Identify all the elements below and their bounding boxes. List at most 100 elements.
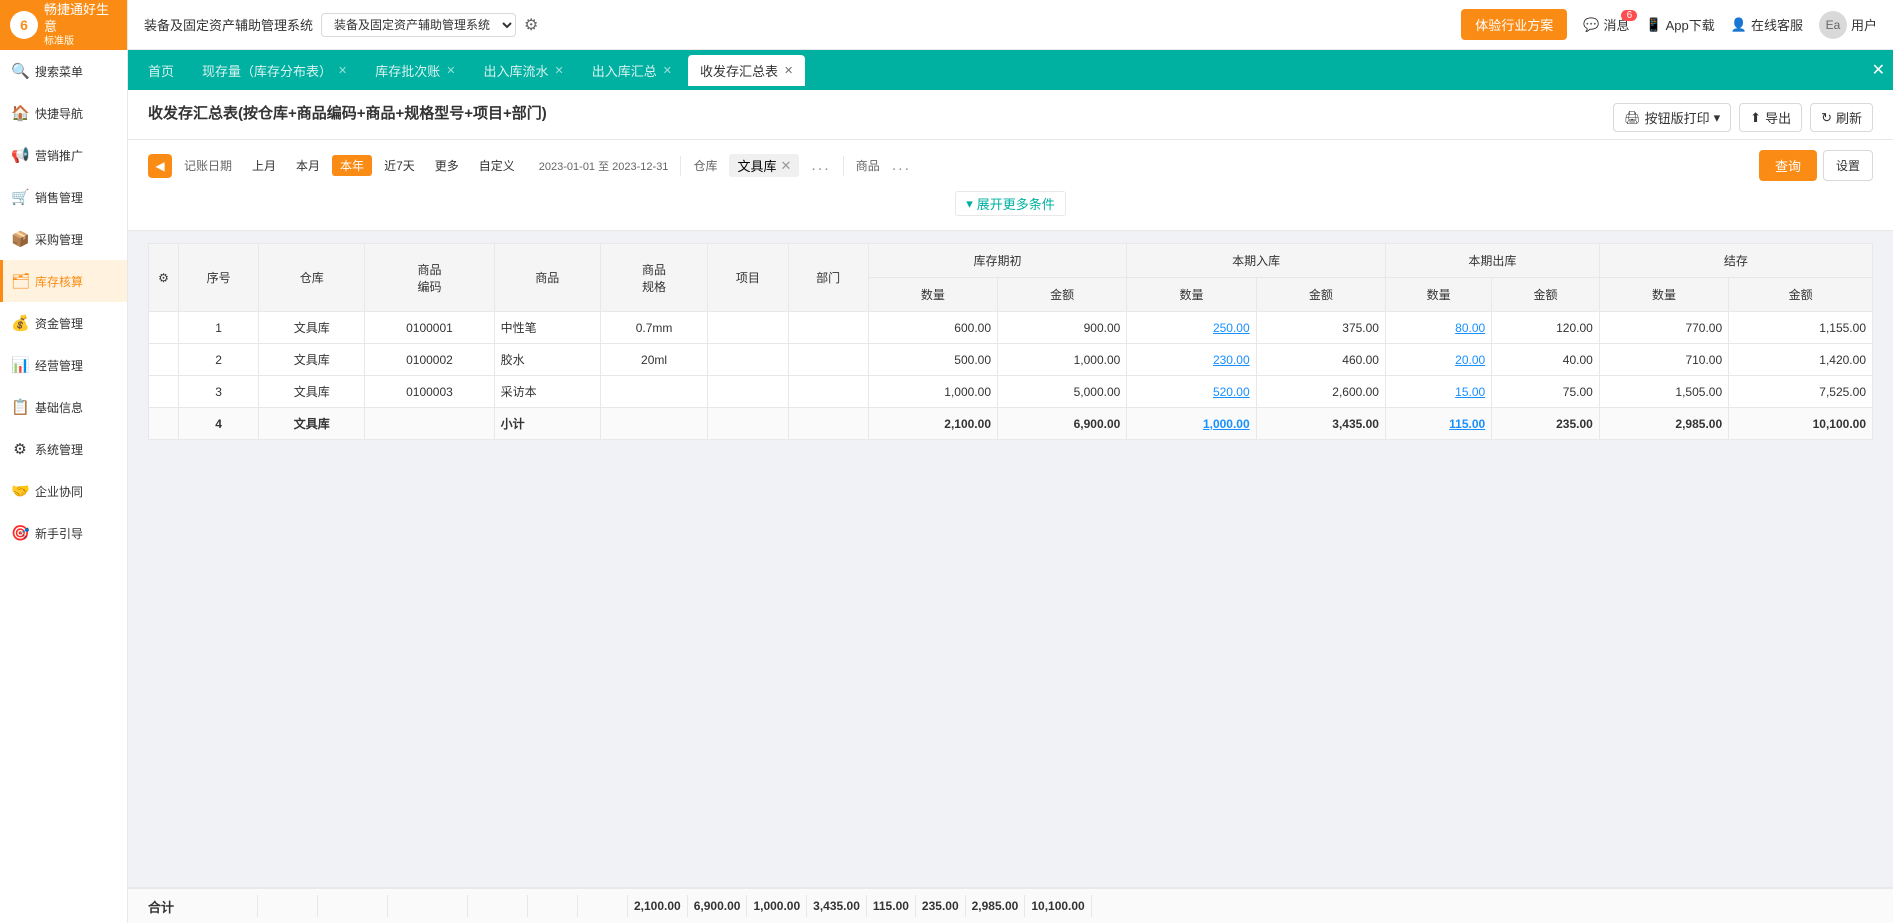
notification-area[interactable]: 💬 消息 6 (1583, 15, 1629, 34)
date-opt-this-month[interactable]: 本月 (288, 155, 328, 176)
trial-button[interactable]: 体验行业方案 (1461, 9, 1567, 40)
sidebar-item-finance[interactable]: 💰资金管理 (0, 302, 127, 344)
filter-row: ◀ 记账日期 上月 本月 本年 近7天 更多 自定义 2023-01-01 至 … (148, 150, 1873, 181)
cell-in-qty[interactable]: 250.00 (1127, 312, 1256, 344)
date-range: 2023-01-01 至 2023-12-31 (539, 158, 669, 174)
system-name: 装备及固定资产辅助管理系统 (144, 15, 313, 34)
tabs-container: 首页现存量（库存分布表）✕库存批次账✕出入库流水✕出入库汇总✕收发存汇总表✕ (136, 55, 1868, 86)
app-download-icon: 📱 (1645, 17, 1661, 33)
cell-goods-code: 0100001 (365, 312, 494, 344)
app-badge: 标准版 (44, 35, 117, 48)
notification-badge: 6 (1621, 10, 1637, 21)
notification-icon: 💬 (1583, 17, 1599, 33)
app-download[interactable]: 📱 App下载 (1645, 15, 1714, 34)
cell-in-qty[interactable]: 230.00 (1127, 344, 1256, 376)
sidebar-item-inventory[interactable]: 🗂库存核算 (0, 260, 127, 302)
date-opt-custom[interactable]: 自定义 (471, 155, 523, 176)
logo-icon: 6 (10, 11, 38, 39)
cell-goods-name: 中性笔 (494, 312, 600, 344)
sidebar-item-search[interactable]: 🔍搜索菜单 (0, 50, 127, 92)
cell-end-qty: 2,985.00 (1599, 408, 1728, 440)
col-dept-header: 部门 (788, 244, 868, 312)
tab-close-batch-account[interactable]: ✕ (446, 64, 455, 77)
tab-inout-summary[interactable]: 出入库汇总✕ (580, 55, 684, 86)
cell-in-qty[interactable]: 1,000.00 (1127, 408, 1256, 440)
footer-out-amt: 235.00 (916, 895, 966, 917)
filter-collapse-button[interactable]: ◀ (148, 154, 172, 178)
tab-close-inventory-dist[interactable]: ✕ (338, 64, 347, 77)
cell-open-amt: 900.00 (998, 312, 1127, 344)
col-warehouse-header: 仓库 (259, 244, 365, 312)
cell-out-amt: 120.00 (1492, 312, 1600, 344)
date-opt-7days[interactable]: 近7天 (376, 155, 423, 176)
sidebar-label-search: 搜索菜单 (35, 63, 83, 80)
cell-in-amt: 460.00 (1256, 344, 1385, 376)
sidebar: 6 畅捷通好生意 标准版 🔍搜索菜单🏠快捷导航📢营销推广🛒销售管理📦采购管理🗂库… (0, 0, 128, 923)
page-header: 收发存汇总表(按仓库+商品编码+商品+规格型号+项目+部门) 🖨 按钮版打印 ▾… (128, 90, 1893, 140)
tab-batch-account[interactable]: 库存批次账✕ (363, 55, 467, 86)
system-select[interactable]: 装备及固定资产辅助管理系统 (321, 13, 516, 37)
col-goods-name-header: 商品 (494, 244, 600, 312)
tab-close-inout-flow[interactable]: ✕ (555, 64, 564, 77)
print-button[interactable]: 🖨 按钮版打印 ▾ (1613, 103, 1731, 132)
warehouse-tag-text: 文具库 (737, 156, 776, 175)
filter-divider2 (843, 156, 844, 176)
cell-out-qty[interactable]: 115.00 (1385, 408, 1491, 440)
tab-close-receive-send-summary[interactable]: ✕ (784, 64, 793, 77)
date-opt-last-month[interactable]: 上月 (244, 155, 284, 176)
user-label: 用户 (1851, 15, 1877, 34)
expand-conditions-button[interactable]: ▾ 展开更多条件 (955, 191, 1066, 216)
sidebar-item-sales[interactable]: 🛒销售管理 (0, 176, 127, 218)
cell-open-amt: 6,900.00 (998, 408, 1127, 440)
tab-receive-send-summary[interactable]: 收发存汇总表✕ (688, 55, 805, 86)
sidebar-item-purchase[interactable]: 📦采购管理 (0, 218, 127, 260)
print-icon: 🖨 (1624, 110, 1641, 126)
inventory-icon: 🗂 (11, 272, 29, 290)
cell-goods-code: 0100002 (365, 344, 494, 376)
col-end-qty-header: 数量 (1599, 278, 1728, 312)
tab-inout-flow[interactable]: 出入库流水✕ (471, 55, 575, 86)
settings-icon[interactable]: ⚙ (524, 15, 538, 35)
sidebar-item-system[interactable]: ⚙系统管理 (0, 428, 127, 470)
cell-out-qty[interactable]: 20.00 (1385, 344, 1491, 376)
sidebar-item-guide[interactable]: 🎯新手引导 (0, 512, 127, 554)
sidebar-item-basic-info[interactable]: 📋基础信息 (0, 386, 127, 428)
expand-row: ▾ 展开更多条件 (148, 187, 1873, 220)
cell-open-qty: 1,000.00 (868, 376, 997, 408)
sidebar-item-enterprise[interactable]: 🤝企业协同 (0, 470, 127, 512)
user-area[interactable]: Ea 用户 (1819, 11, 1877, 39)
cell-empty (149, 408, 179, 440)
tab-home[interactable]: 首页 (136, 55, 186, 86)
goods-filter-dots[interactable]: ... (892, 157, 911, 175)
date-opt-more[interactable]: 更多 (427, 155, 467, 176)
online-service[interactable]: 👤 在线客服 (1731, 15, 1803, 34)
date-filter-label: 记账日期 (184, 157, 232, 174)
sidebar-item-quick-nav[interactable]: 🏠快捷导航 (0, 92, 127, 134)
tab-close-inout-summary[interactable]: ✕ (663, 64, 672, 77)
export-button[interactable]: ⬆ 导出 (1739, 103, 1802, 132)
expand-icon: ▾ (966, 196, 973, 212)
filter-settings-button[interactable]: 设置 (1823, 150, 1873, 181)
cell-open-amt: 1,000.00 (998, 344, 1127, 376)
cell-end-qty: 710.00 (1599, 344, 1728, 376)
sidebar-menu: 🔍搜索菜单🏠快捷导航📢营销推广🛒销售管理📦采购管理🗂库存核算💰资金管理📊经营管理… (0, 50, 127, 554)
col-opening-header: 库存期初 (868, 244, 1127, 278)
table-row: 2 文具库 0100002 胶水 20ml 500.00 1,000.00 23… (149, 344, 1873, 376)
sidebar-item-marketing[interactable]: 📢营销推广 (0, 134, 127, 176)
cell-out-qty[interactable]: 80.00 (1385, 312, 1491, 344)
col-settings-header[interactable]: ⚙ (149, 244, 179, 312)
close-all-icon[interactable]: ✕ (1872, 60, 1885, 80)
sidebar-item-operations[interactable]: 📊经营管理 (0, 344, 127, 386)
cell-goods-name: 小计 (494, 408, 600, 440)
cell-in-qty[interactable]: 520.00 (1127, 376, 1256, 408)
table-row: 3 文具库 0100003 采访本 1,000.00 5,000.00 520.… (149, 376, 1873, 408)
query-button[interactable]: 查询 (1759, 150, 1817, 181)
tab-inventory-dist[interactable]: 现存量（库存分布表）✕ (190, 55, 359, 86)
main-area: 装备及固定资产辅助管理系统 装备及固定资产辅助管理系统 ⚙ 体验行业方案 💬 消… (128, 0, 1893, 923)
table-row: 4 文具库 小计 2,100.00 6,900.00 1,000.00 3,43… (149, 408, 1873, 440)
warehouse-filter-dots[interactable]: ... (811, 157, 830, 175)
refresh-button[interactable]: ↻ 刷新 (1810, 103, 1873, 132)
cell-out-qty[interactable]: 15.00 (1385, 376, 1491, 408)
date-opt-this-year[interactable]: 本年 (332, 155, 372, 176)
warehouse-tag-close[interactable]: ✕ (780, 158, 791, 174)
